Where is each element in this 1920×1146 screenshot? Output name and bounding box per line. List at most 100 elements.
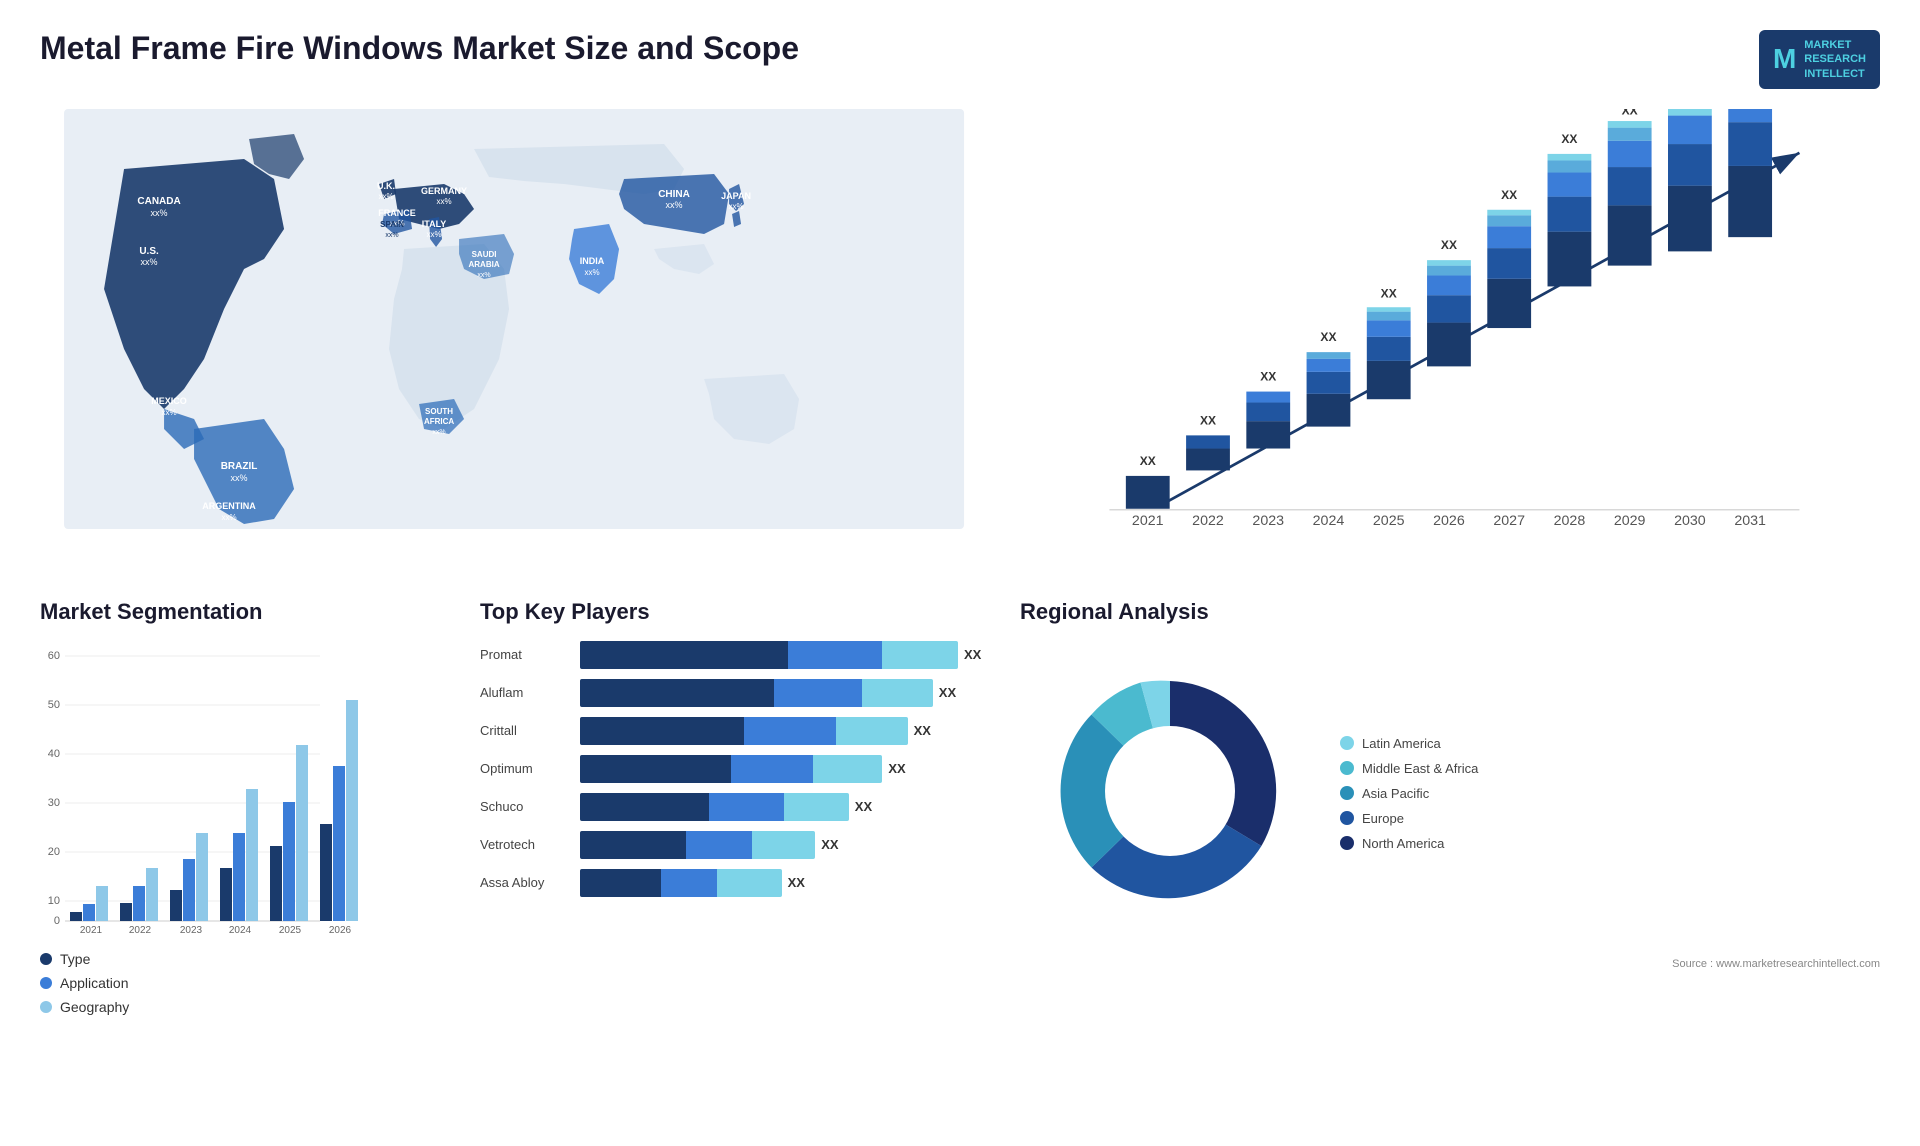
legend-type: Type <box>40 951 460 967</box>
player-row-vetrotech: Vetrotech XX <box>480 831 1000 859</box>
player-name-optimum: Optimum <box>480 761 570 776</box>
svg-text:xx%: xx% <box>426 230 441 239</box>
svg-text:ITALY: ITALY <box>422 219 447 229</box>
svg-text:JAPAN: JAPAN <box>721 191 751 201</box>
legend-dot-type <box>40 953 52 965</box>
svg-text:2027: 2027 <box>1493 513 1525 529</box>
label-europe: Europe <box>1362 811 1404 826</box>
source-text: Source : www.marketresearchintellect.com <box>1020 958 1880 970</box>
legend-label-geography: Geography <box>60 999 129 1015</box>
svg-text:50: 50 <box>48 699 60 711</box>
bar-seg-mid-promat <box>788 641 883 669</box>
player-label-crittall: XX <box>914 723 931 738</box>
svg-text:MEXICO: MEXICO <box>151 396 187 406</box>
legend-label-type: Type <box>60 951 90 967</box>
dot-northamerica <box>1340 836 1354 850</box>
top-section: CANADA xx% U.S. xx% MEXICO xx% BRAZIL xx… <box>40 109 1880 569</box>
svg-text:2026: 2026 <box>1433 513 1465 529</box>
player-row-optimum: Optimum XX <box>480 755 1000 783</box>
segmentation-section: Market Segmentation 60 50 40 30 20 10 0 <box>40 599 460 1015</box>
dot-europe <box>1340 811 1354 825</box>
map-container: CANADA xx% U.S. xx% MEXICO xx% BRAZIL xx… <box>40 109 988 529</box>
player-name-crittall: Crittall <box>480 723 570 738</box>
label-asiapacific: Asia Pacific <box>1362 786 1429 801</box>
svg-text:xx%: xx% <box>477 272 490 279</box>
player-bar-promat <box>580 641 958 669</box>
bar-seg-light-promat <box>882 641 958 669</box>
player-bar-wrap-promat: XX <box>580 641 1000 669</box>
svg-text:xx%: xx% <box>221 513 236 522</box>
regional-section: Regional Analysis <box>1020 599 1880 1015</box>
svg-text:10: 10 <box>48 895 60 907</box>
svg-text:30: 30 <box>48 797 60 809</box>
svg-text:AFRICA: AFRICA <box>424 417 454 426</box>
svg-text:xx%: xx% <box>728 202 743 211</box>
world-map-svg: CANADA xx% U.S. xx% MEXICO xx% BRAZIL xx… <box>40 109 988 529</box>
regional-container: Latin America Middle East & Africa Asia … <box>1020 641 1880 946</box>
svg-text:2023: 2023 <box>180 925 203 936</box>
svg-text:40: 40 <box>48 748 60 760</box>
bar-chart-section: XX XX XX XX XX <box>1018 109 1880 569</box>
players-title: Top Key Players <box>480 599 1000 625</box>
svg-text:2025: 2025 <box>279 925 302 936</box>
player-bar-wrap-assaabloy: XX <box>580 869 1000 897</box>
donut-chart <box>1020 641 1320 946</box>
svg-text:2025: 2025 <box>1373 513 1405 529</box>
legend-label-application: Application <box>60 975 129 991</box>
player-bar-crittall <box>580 717 908 745</box>
player-name-aluflam: Aluflam <box>480 685 570 700</box>
svg-text:xx%: xx% <box>231 473 248 483</box>
legend-dot-application <box>40 977 52 989</box>
logo-text: MARKET RESEARCH INTELLECT <box>1804 38 1866 81</box>
player-bar-wrap-vetrotech: XX <box>580 831 1000 859</box>
player-bar-wrap-schuco: XX <box>580 793 1000 821</box>
svg-text:20: 20 <box>48 846 60 858</box>
svg-text:XX: XX <box>1561 132 1577 146</box>
legend-geography: Geography <box>40 999 460 1015</box>
segmentation-chart: 60 50 40 30 20 10 0 <box>40 641 460 941</box>
svg-text:xx%: xx% <box>432 429 445 436</box>
svg-text:2026: 2026 <box>329 925 352 936</box>
svg-text:XX: XX <box>1622 109 1638 117</box>
regional-title: Regional Analysis <box>1020 599 1880 625</box>
svg-text:2024: 2024 <box>229 925 252 936</box>
label-mea: Middle East & Africa <box>1362 761 1478 776</box>
player-row-aluflam: Aluflam XX <box>480 679 1000 707</box>
svg-text:XX: XX <box>1321 330 1337 344</box>
segmentation-legend: Type Application Geography <box>40 951 460 1015</box>
player-name-schuco: Schuco <box>480 799 570 814</box>
regional-legend-asiapacific: Asia Pacific <box>1340 786 1478 801</box>
players-list: Promat XX Aluflam <box>480 641 1000 897</box>
svg-text:ARABIA: ARABIA <box>468 260 499 269</box>
svg-text:U.K.: U.K. <box>377 181 395 191</box>
svg-text:2028: 2028 <box>1554 513 1586 529</box>
dot-asiapacific <box>1340 786 1354 800</box>
svg-text:xx%: xx% <box>151 208 168 218</box>
label-latin: Latin America <box>1362 736 1441 751</box>
player-label-schuco: XX <box>855 799 872 814</box>
map-section: CANADA xx% U.S. xx% MEXICO xx% BRAZIL xx… <box>40 109 988 569</box>
player-row-schuco: Schuco XX <box>480 793 1000 821</box>
logo-area: M MARKET RESEARCH INTELLECT <box>1759 30 1880 89</box>
legend-dot-geography <box>40 1001 52 1013</box>
player-label-optimum: XX <box>888 761 905 776</box>
regional-legend-latin: Latin America <box>1340 736 1478 751</box>
svg-text:2023: 2023 <box>1253 513 1285 529</box>
svg-text:2022: 2022 <box>1192 513 1224 529</box>
page-title: Metal Frame Fire Windows Market Size and… <box>40 30 799 67</box>
player-name-assaabloy: Assa Abloy <box>480 875 570 890</box>
svg-text:XX: XX <box>1381 286 1397 300</box>
segmentation-svg: 60 50 40 30 20 10 0 <box>40 641 460 941</box>
player-bar-wrap-aluflam: XX <box>580 679 1000 707</box>
dot-mea <box>1340 761 1354 775</box>
svg-text:XX: XX <box>1140 454 1156 468</box>
svg-text:SAUDI: SAUDI <box>472 250 497 259</box>
regional-legend-europe: Europe <box>1340 811 1478 826</box>
donut-hole <box>1105 726 1235 856</box>
page-header: Metal Frame Fire Windows Market Size and… <box>40 30 1880 89</box>
player-row-crittall: Crittall XX <box>480 717 1000 745</box>
svg-text:BRAZIL: BRAZIL <box>221 461 258 472</box>
player-label-assaabloy: XX <box>788 875 805 890</box>
label-northamerica: North America <box>1362 836 1444 851</box>
svg-text:2031: 2031 <box>1734 513 1766 529</box>
